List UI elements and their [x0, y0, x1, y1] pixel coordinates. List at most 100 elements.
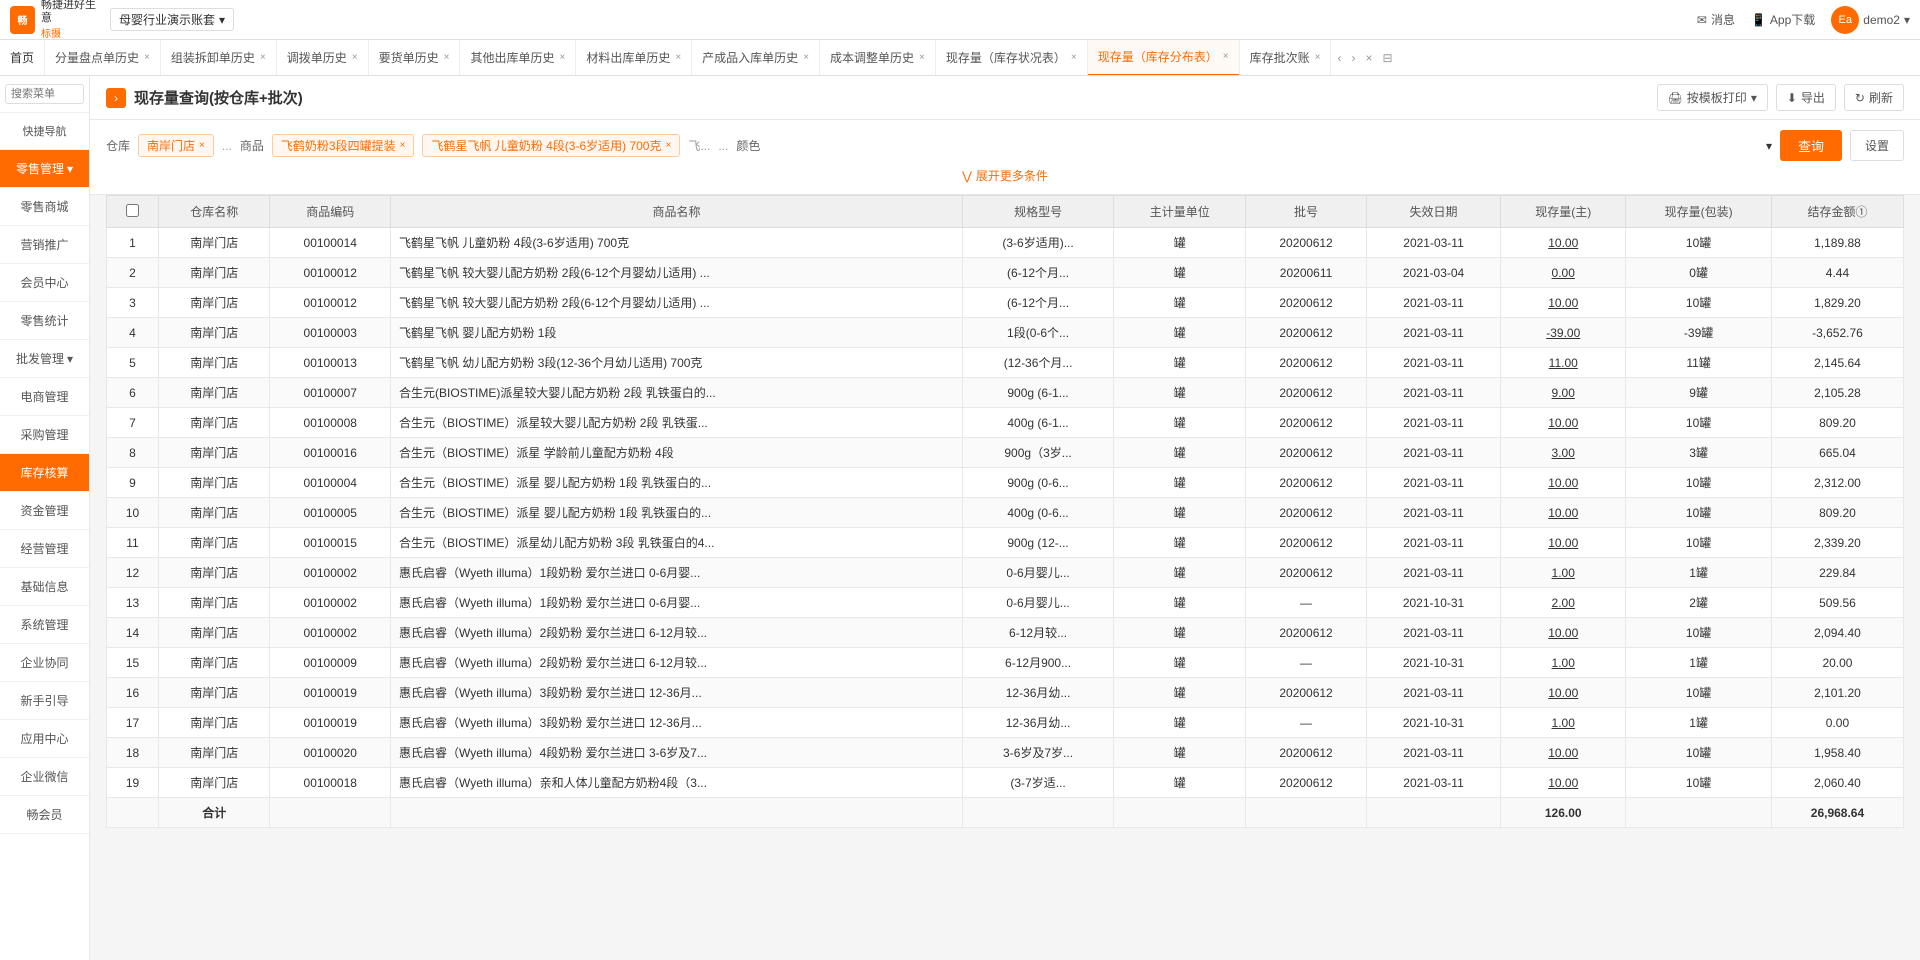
- tab-close-request[interactable]: ×: [444, 52, 450, 63]
- tab-home[interactable]: 首页: [0, 40, 45, 76]
- row-qty-main[interactable]: 3.00: [1501, 438, 1626, 468]
- tab-next-arrow[interactable]: ›: [1347, 49, 1359, 67]
- select-all-checkbox[interactable]: [126, 204, 139, 217]
- row-qty-main[interactable]: 10.00: [1501, 738, 1626, 768]
- tab-close-product-in[interactable]: ×: [803, 52, 809, 63]
- tab-cost-adjust[interactable]: 成本调整单历史 ×: [820, 40, 936, 76]
- sidebar-item-enterprise-wechat[interactable]: 企业微信: [0, 758, 89, 796]
- row-qty-pkg: 10罐: [1626, 618, 1772, 648]
- tab-other-out[interactable]: 其他出库单历史 ×: [460, 40, 576, 76]
- user-btn[interactable]: Ea demo2 ▾: [1831, 6, 1910, 34]
- goods-tag-2-close[interactable]: ×: [665, 140, 671, 151]
- row-qty-main[interactable]: 1.00: [1501, 558, 1626, 588]
- sidebar-item-member-card[interactable]: 畅会员: [0, 796, 89, 834]
- tab-product-in[interactable]: 产成品入库单历史 ×: [692, 40, 820, 76]
- tab-close-disassemble[interactable]: ×: [260, 52, 266, 63]
- row-qty-main[interactable]: 9.00: [1501, 378, 1626, 408]
- tab-close-cost-adjust[interactable]: ×: [919, 52, 925, 63]
- sidebar-item-wholesale[interactable]: 批发管理 ▾: [0, 340, 89, 378]
- sidebar-item-ecommerce[interactable]: 电商管理: [0, 378, 89, 416]
- tab-close-batch[interactable]: ×: [1315, 52, 1321, 63]
- message-btn[interactable]: ✉ 消息: [1697, 11, 1735, 28]
- tab-close-all[interactable]: ×: [1361, 49, 1376, 67]
- row-qty-pkg: 2罐: [1626, 588, 1772, 618]
- tab-stock-dist[interactable]: 现存量（库存分布表） ×: [1088, 40, 1240, 76]
- sidebar-item-retail-shop[interactable]: 零售商城: [0, 188, 89, 226]
- row-qty-main[interactable]: 11.00: [1501, 348, 1626, 378]
- sidebar-item-operations[interactable]: 经营管理: [0, 530, 89, 568]
- toggle-sidebar-btn[interactable]: ›: [106, 88, 126, 108]
- tab-prev-arrow[interactable]: ‹: [1333, 49, 1345, 67]
- tab-split[interactable]: 分量盘点单历史 ×: [45, 40, 161, 76]
- row-qty-main[interactable]: 10.00: [1501, 288, 1626, 318]
- row-qty-main[interactable]: 10.00: [1501, 618, 1626, 648]
- row-qty-main[interactable]: 10.00: [1501, 228, 1626, 258]
- tab-request[interactable]: 要货单历史 ×: [369, 40, 461, 76]
- row-qty-main[interactable]: -39.00: [1501, 318, 1626, 348]
- tab-close-other-out[interactable]: ×: [559, 52, 565, 63]
- tab-close-mix[interactable]: ×: [352, 52, 358, 63]
- sidebar-item-purchase[interactable]: 采购管理: [0, 416, 89, 454]
- goods-more-dots[interactable]: ...: [718, 139, 728, 153]
- sidebar-item-retail-stats[interactable]: 零售统计: [0, 302, 89, 340]
- tab-material-out[interactable]: 材料出库单历史 ×: [576, 40, 692, 76]
- warehouse-tag-close[interactable]: ×: [199, 140, 205, 151]
- tab-close-material-out[interactable]: ×: [675, 52, 681, 63]
- refresh-btn[interactable]: ↻ 刷新: [1844, 84, 1904, 111]
- tab-close-split[interactable]: ×: [144, 52, 150, 63]
- sidebar-item-member[interactable]: 会员中心: [0, 264, 89, 302]
- tab-stock-status[interactable]: 现存量（库存状况表） ×: [936, 40, 1088, 76]
- row-qty-main[interactable]: 10.00: [1501, 408, 1626, 438]
- sidebar-item-quick-nav[interactable]: 快捷导航: [0, 113, 89, 150]
- goods-tag-1-close[interactable]: ×: [400, 140, 406, 151]
- sidebar-item-basics[interactable]: 基础信息: [0, 568, 89, 606]
- row-qty-main[interactable]: 2.00: [1501, 588, 1626, 618]
- goods-dots[interactable]: 飞...: [688, 137, 710, 154]
- col-qty-main: 现存量(主): [1501, 196, 1626, 228]
- sidebar-item-retail-mgmt[interactable]: 零售管理 ▾: [0, 150, 89, 188]
- row-no: 18: [107, 738, 159, 768]
- warehouse-tag[interactable]: 南岸门店 ×: [138, 134, 214, 157]
- sidebar-item-enterprise[interactable]: 企业协同: [0, 644, 89, 682]
- expand-conditions-btn[interactable]: ⋁ 展开更多条件: [962, 167, 1048, 184]
- tab-disassemble[interactable]: 组装拆卸单历史 ×: [161, 40, 277, 76]
- goods-tag-1[interactable]: 飞鹤奶粉3段四罐提装 ×: [272, 134, 415, 157]
- sidebar-item-inventory[interactable]: 库存核算: [0, 454, 89, 492]
- sidebar-item-finance[interactable]: 资金管理: [0, 492, 89, 530]
- row-qty-main[interactable]: 1.00: [1501, 648, 1626, 678]
- col-spec: 规格型号: [962, 196, 1113, 228]
- row-qty-pkg: 10罐: [1626, 288, 1772, 318]
- warehouse-dots[interactable]: ...: [222, 139, 232, 153]
- color-dropdown-icon[interactable]: ▾: [1766, 139, 1772, 153]
- row-qty-main[interactable]: 10.00: [1501, 528, 1626, 558]
- print-btn[interactable]: 🖨 按模板打印 ▾: [1657, 84, 1768, 111]
- sidebar-label-enterprise-wechat: 企业微信: [20, 768, 68, 785]
- row-qty-main[interactable]: 0.00: [1501, 258, 1626, 288]
- search-input[interactable]: [5, 84, 84, 104]
- tab-close-stock-dist[interactable]: ×: [1223, 51, 1229, 62]
- tab-menu[interactable]: ⊟: [1378, 49, 1396, 67]
- row-qty-main[interactable]: 10.00: [1501, 678, 1626, 708]
- row-qty-main[interactable]: 10.00: [1501, 768, 1626, 798]
- export-btn[interactable]: ⬇ 导出: [1776, 84, 1836, 111]
- sidebar-item-app-center[interactable]: 应用中心: [0, 720, 89, 758]
- app-download-btn[interactable]: 📱 App下载: [1751, 11, 1815, 28]
- row-batch: 20200612: [1246, 318, 1367, 348]
- sidebar-item-marketing[interactable]: 营销推广: [0, 226, 89, 264]
- query-btn[interactable]: 查询: [1780, 130, 1842, 161]
- row-expire: 2021-10-31: [1366, 648, 1500, 678]
- tab-close-stock-status[interactable]: ×: [1071, 52, 1077, 63]
- sidebar-item-guide[interactable]: 新手引导: [0, 682, 89, 720]
- setting-btn[interactable]: 设置: [1850, 130, 1904, 161]
- goods-tag-2[interactable]: 飞鹤星飞帆 儿童奶粉 4段(3-6岁适用) 700克 ×: [422, 134, 680, 157]
- row-qty-main[interactable]: 10.00: [1501, 468, 1626, 498]
- row-expire: 2021-03-11: [1366, 468, 1500, 498]
- row-qty-main[interactable]: 1.00: [1501, 708, 1626, 738]
- tab-mix[interactable]: 调拨单历史 ×: [277, 40, 369, 76]
- col-checkbox[interactable]: [107, 196, 159, 228]
- row-batch: 20200612: [1246, 348, 1367, 378]
- sidebar-item-system[interactable]: 系统管理: [0, 606, 89, 644]
- tab-batch[interactable]: 库存批次账 ×: [1240, 40, 1332, 76]
- company-selector[interactable]: 母婴行业演示账套 ▾: [110, 8, 234, 31]
- row-qty-main[interactable]: 10.00: [1501, 498, 1626, 528]
